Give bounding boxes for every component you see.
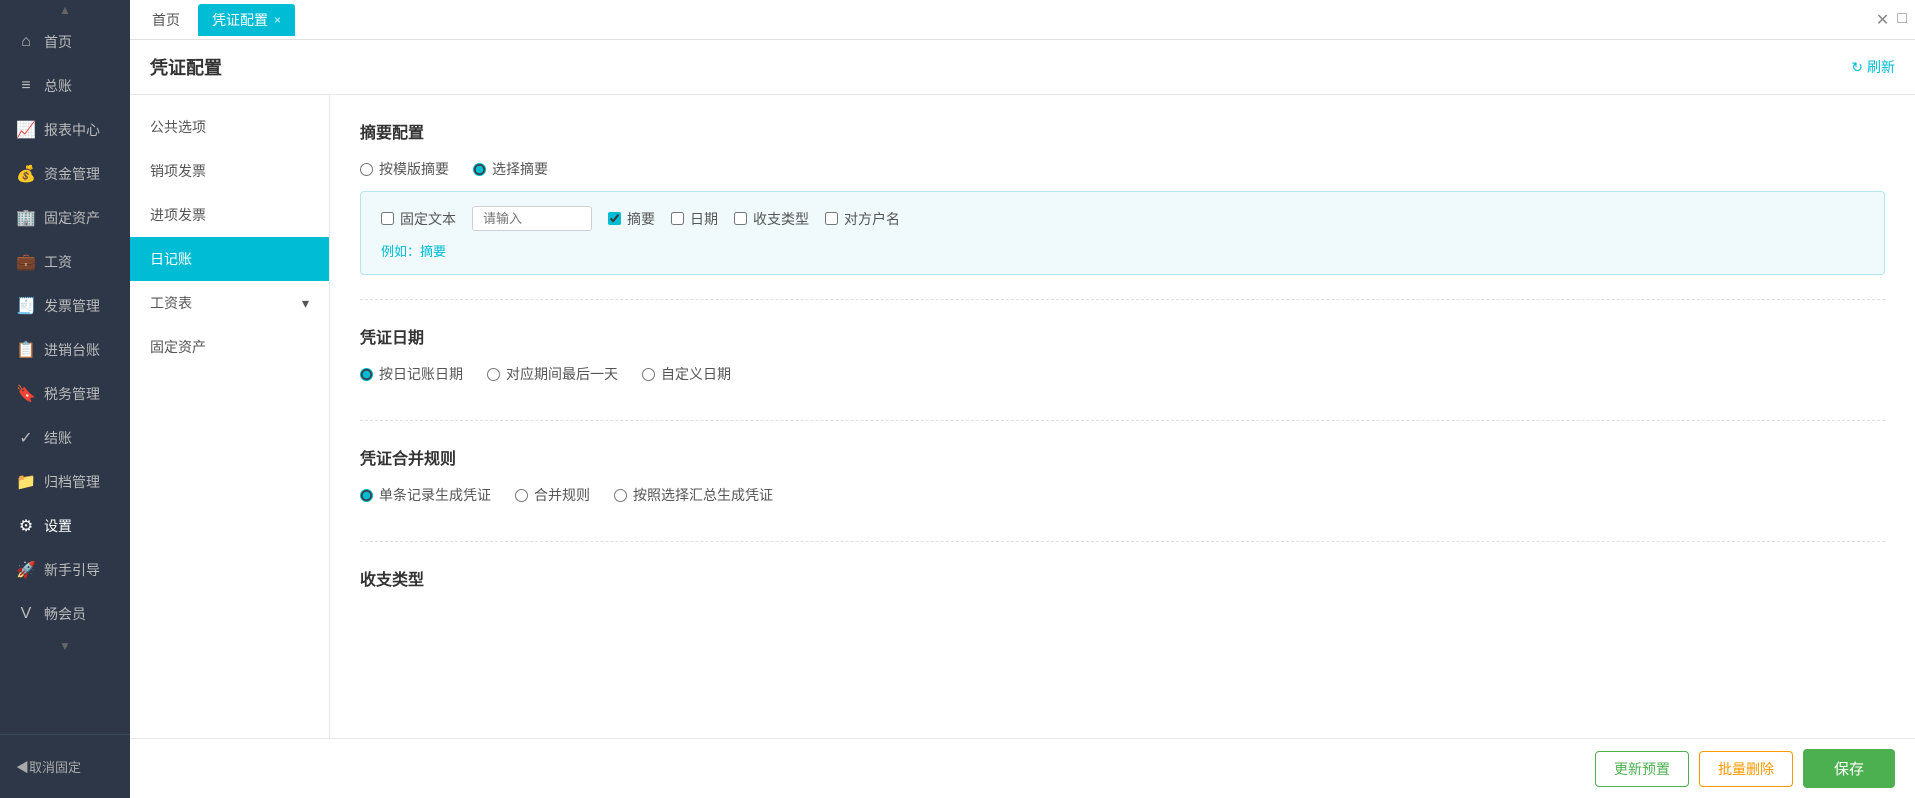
- refresh-button[interactable]: ↻ 刷新: [1851, 57, 1895, 77]
- guide-icon: 🚀: [16, 560, 36, 580]
- left-nav: 公共选项 销项发票 进项发票 日记账 工资表 ▾ 固定资产: [130, 95, 330, 738]
- sidebar-scroll-up[interactable]: ▲: [0, 0, 130, 20]
- tax-icon: 🔖: [16, 384, 36, 404]
- archive-icon: 📁: [16, 472, 36, 492]
- update-preview-button[interactable]: 更新预置: [1595, 751, 1689, 787]
- sidebar-item-sales-ledger[interactable]: 📋 进销台账: [0, 328, 130, 372]
- sidebar-scroll-down[interactable]: ▼: [0, 636, 130, 656]
- merge-rules-radio-summary-input[interactable]: [614, 489, 627, 502]
- main-content: 首页 凭证配置 × ✕ □ 凭证配置 ↻ 刷新 公共选项 销项发票 进项: [130, 0, 1915, 798]
- voucher-date-radio-period[interactable]: 对应期间最后一天: [487, 364, 618, 384]
- left-nav-public[interactable]: 公共选项: [130, 105, 329, 149]
- closing-icon: ✓: [16, 428, 36, 448]
- checkbox-date-input[interactable]: [671, 212, 684, 225]
- tab-voucher-config[interactable]: 凭证配置 ×: [198, 4, 295, 36]
- settings-icon: ⚙: [16, 516, 36, 536]
- sidebar-item-general-ledger[interactable]: ≡ 总账: [0, 64, 130, 108]
- checkbox-fixed-text[interactable]: 固定文本: [381, 209, 456, 229]
- sidebar-item-guide[interactable]: 🚀 新手引导: [0, 548, 130, 592]
- left-nav-payroll-table[interactable]: 工资表 ▾: [130, 281, 329, 325]
- refresh-icon: ↻: [1851, 59, 1863, 76]
- checkbox-fixed-text-input[interactable]: [381, 212, 394, 225]
- merge-rules-radio-group: 单条记录生成凭证 合并规则 按照选择汇总生成凭证: [360, 485, 1885, 505]
- voucher-date-radio-journal[interactable]: 按日记账日期: [360, 364, 463, 384]
- sidebar-item-payroll[interactable]: 💼 工资: [0, 240, 130, 284]
- checkbox-income-type-input[interactable]: [734, 212, 747, 225]
- left-nav-purchase-invoice[interactable]: 进项发票: [130, 193, 329, 237]
- sidebar-item-fixed-assets[interactable]: 🏢 固定资产: [0, 196, 130, 240]
- page-title: 凭证配置: [150, 54, 222, 80]
- content-area: 公共选项 销项发票 进项发票 日记账 工资表 ▾ 固定资产 摘要配置: [130, 95, 1915, 738]
- left-nav-sales-invoice[interactable]: 销项发票: [130, 149, 329, 193]
- summary-radio-template-input[interactable]: [360, 163, 373, 176]
- sidebar-item-tax[interactable]: 🔖 税务管理: [0, 372, 130, 416]
- income-type-title: 收支类型: [360, 566, 1885, 590]
- ledger-icon: ≡: [16, 77, 36, 95]
- sidebar-item-closing[interactable]: ✓ 结账: [0, 416, 130, 460]
- checkbox-counterpart-name-input[interactable]: [825, 212, 838, 225]
- sidebar-item-invoice[interactable]: 🧾 发票管理: [0, 284, 130, 328]
- sidebar: ▲ ⌂ 首页 ≡ 总账 📈 报表中心 💰 资金管理 🏢 固定资产 💼 工资 🧾 …: [0, 0, 130, 798]
- merge-rules-radio-merge-input[interactable]: [515, 489, 528, 502]
- reports-icon: 📈: [16, 120, 36, 140]
- summary-radio-select-input[interactable]: [473, 163, 486, 176]
- voucher-date-radio-custom[interactable]: 自定义日期: [642, 364, 731, 384]
- right-content: 摘要配置 按模版摘要 选择摘要 固定文本: [330, 95, 1915, 738]
- fixed-text-input[interactable]: [472, 206, 592, 231]
- merge-rules-radio-merge[interactable]: 合并规则: [515, 485, 590, 505]
- voucher-date-radio-group: 按日记账日期 对应期间最后一天 自定义日期: [360, 364, 1885, 384]
- invoice-icon: 🧾: [16, 296, 36, 316]
- window-controls: ✕ □: [1876, 10, 1907, 30]
- voucher-date-section: 凭证日期 按日记账日期 对应期间最后一天 自定义日期: [360, 324, 1885, 421]
- merge-rules-section: 凭证合并规则 单条记录生成凭证 合并规则 按照选择汇总生成凭证: [360, 445, 1885, 542]
- voucher-date-radio-period-input[interactable]: [487, 368, 500, 381]
- window-restore-icon[interactable]: □: [1897, 10, 1907, 30]
- member-icon: V: [16, 605, 36, 623]
- sidebar-unpin[interactable]: ◀取消固定: [0, 745, 130, 788]
- sales-ledger-icon: 📋: [16, 340, 36, 360]
- summary-config-section: 摘要配置 按模版摘要 选择摘要 固定文本: [360, 119, 1885, 300]
- voucher-date-radio-journal-input[interactable]: [360, 368, 373, 381]
- fixed-assets-icon: 🏢: [16, 208, 36, 228]
- summary-section-title: 摘要配置: [360, 119, 1885, 143]
- summary-example-text: 例如：摘要: [381, 241, 1864, 260]
- home-icon: ⌂: [16, 33, 36, 51]
- summary-config-box: 固定文本 摘要 日期 收支类型: [360, 191, 1885, 275]
- save-button[interactable]: 保存: [1803, 749, 1895, 788]
- batch-delete-button[interactable]: 批量删除: [1699, 751, 1793, 787]
- checkbox-date[interactable]: 日期: [671, 209, 718, 229]
- checkbox-summary-input[interactable]: [608, 212, 621, 225]
- sidebar-item-member[interactable]: V 畅会员: [0, 592, 130, 636]
- left-nav-fixed-assets[interactable]: 固定资产: [130, 325, 329, 369]
- summary-checkboxes-row: 固定文本 摘要 日期 收支类型: [381, 206, 1864, 231]
- payroll-icon: 💼: [16, 252, 36, 272]
- voucher-date-title: 凭证日期: [360, 324, 1885, 348]
- merge-rules-radio-single-input[interactable]: [360, 489, 373, 502]
- window-close-icon[interactable]: ✕: [1876, 10, 1889, 30]
- sidebar-item-funds[interactable]: 💰 资金管理: [0, 152, 130, 196]
- chevron-down-icon: ▾: [302, 295, 309, 312]
- merge-rules-radio-summary[interactable]: 按照选择汇总生成凭证: [614, 485, 773, 505]
- funds-icon: 💰: [16, 164, 36, 184]
- tab-bar: 首页 凭证配置 × ✕ □: [130, 0, 1915, 40]
- checkbox-income-type[interactable]: 收支类型: [734, 209, 809, 229]
- action-bar: 更新预置 批量删除 保存: [130, 738, 1915, 798]
- tab-home[interactable]: 首页: [138, 4, 194, 36]
- summary-radio-template[interactable]: 按模版摘要: [360, 159, 449, 179]
- tab-close-icon[interactable]: ×: [274, 13, 281, 27]
- sidebar-item-reports[interactable]: 📈 报表中心: [0, 108, 130, 152]
- page-header: 凭证配置 ↻ 刷新: [130, 40, 1915, 95]
- sidebar-item-settings[interactable]: ⚙ 设置: [0, 504, 130, 548]
- sidebar-item-home[interactable]: ⌂ 首页: [0, 20, 130, 64]
- checkbox-summary[interactable]: 摘要: [608, 209, 655, 229]
- income-type-section: 收支类型: [360, 566, 1885, 630]
- summary-radio-group: 按模版摘要 选择摘要: [360, 159, 1885, 179]
- sidebar-item-archive[interactable]: 📁 归档管理: [0, 460, 130, 504]
- merge-rules-radio-single[interactable]: 单条记录生成凭证: [360, 485, 491, 505]
- left-nav-journal[interactable]: 日记账: [130, 237, 329, 281]
- merge-rules-title: 凭证合并规则: [360, 445, 1885, 469]
- checkbox-counterpart-name[interactable]: 对方户名: [825, 209, 900, 229]
- summary-radio-select[interactable]: 选择摘要: [473, 159, 548, 179]
- voucher-date-radio-custom-input[interactable]: [642, 368, 655, 381]
